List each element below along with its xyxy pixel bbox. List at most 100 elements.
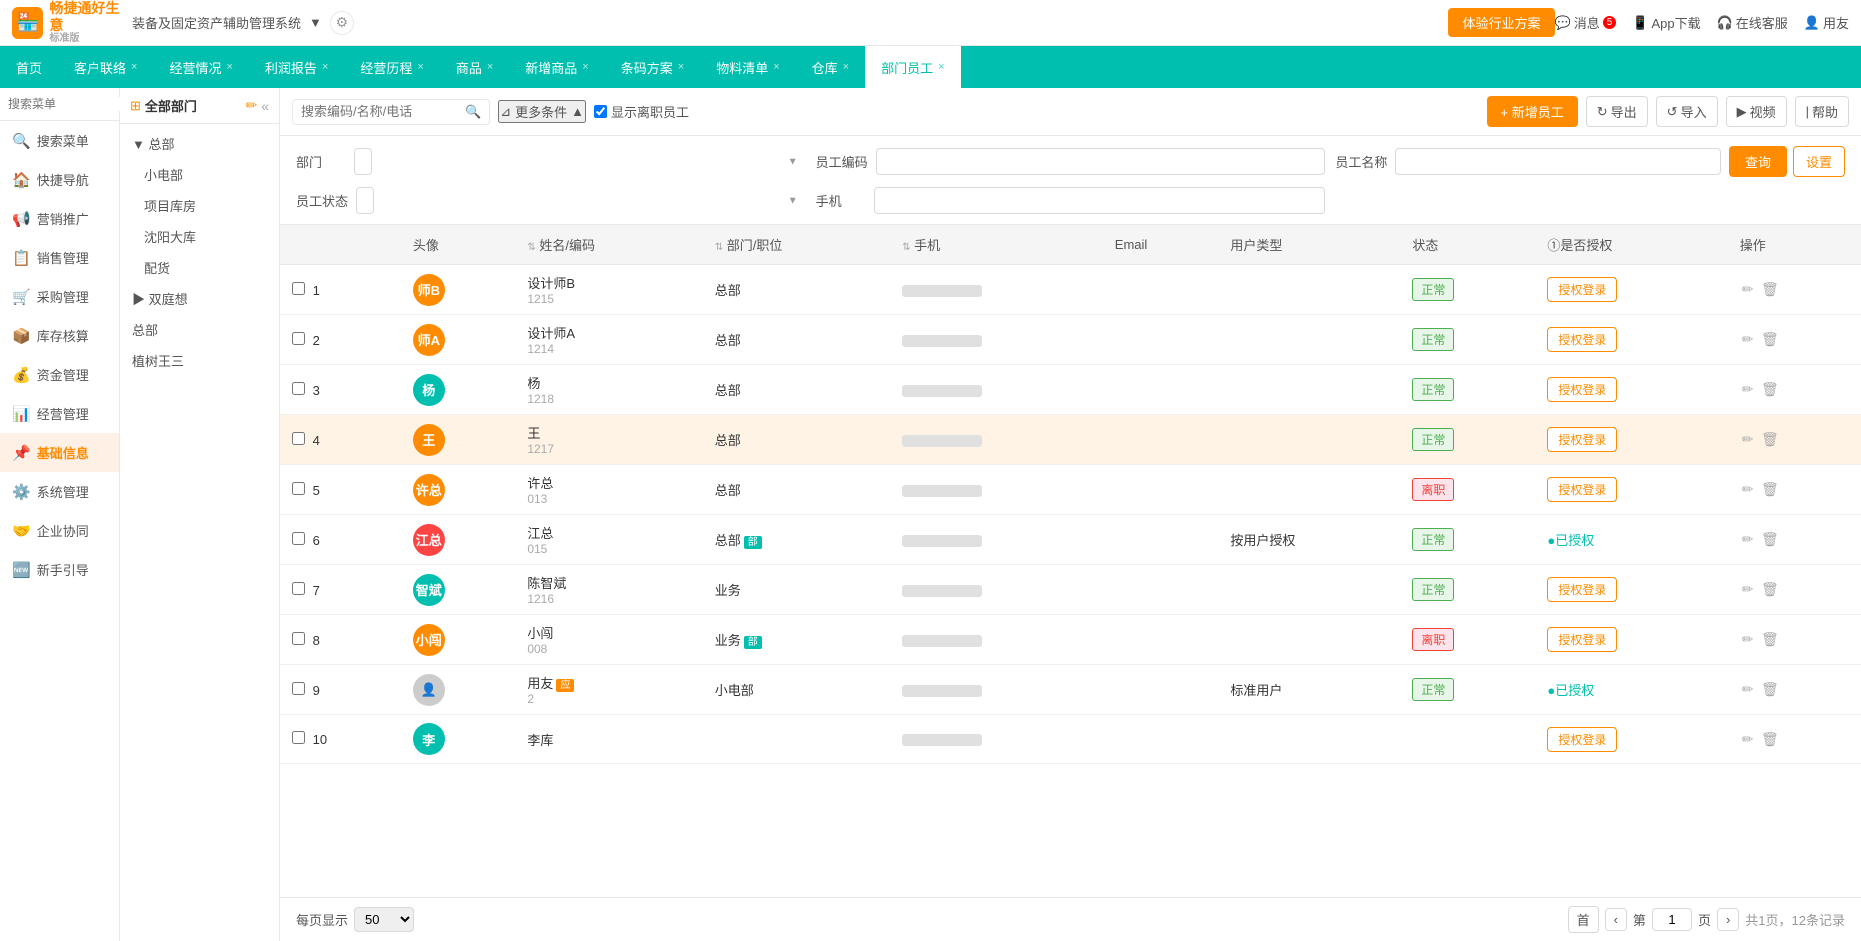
help-button[interactable]: | 帮助 (1795, 96, 1849, 127)
auth-button[interactable]: 授权登录 (1547, 377, 1617, 402)
auth-button[interactable]: 授权登录 (1547, 427, 1617, 452)
app-download-button[interactable]: 📱 App下载 (1632, 13, 1700, 32)
sidebar-item-新手引导[interactable]: 🆕新手引导 (0, 550, 119, 589)
edit-button[interactable]: ✏ (1742, 731, 1754, 748)
nav-tab-商品[interactable]: 商品× (440, 46, 509, 88)
prev-page-button[interactable]: ‹ (1605, 908, 1627, 931)
row-checkbox[interactable] (292, 582, 305, 595)
row-checkbox[interactable] (292, 282, 305, 295)
sidebar-item-采购管理[interactable]: 🛒采购管理 (0, 277, 119, 316)
auth-button[interactable]: 授权登录 (1547, 477, 1617, 502)
export-button[interactable]: ↻ 导出 (1586, 96, 1648, 127)
row-checkbox[interactable] (292, 482, 305, 495)
delete-button[interactable]: 🗑 (1761, 381, 1779, 398)
sidebar-item-资金管理[interactable]: 💰资金管理 (0, 355, 119, 394)
edit-button[interactable]: ✏ (1742, 381, 1754, 398)
tab-close-icon[interactable]: × (131, 61, 137, 73)
message-button[interactable]: 💬 消息 5 (1555, 13, 1617, 32)
delete-button[interactable]: 🗑 (1761, 531, 1779, 548)
view-button[interactable]: ▶ 视频 (1726, 96, 1787, 127)
delete-button[interactable]: 🗑 (1761, 681, 1779, 698)
row-checkbox[interactable] (292, 682, 305, 695)
filter-more-button[interactable]: ⊿ 更多条件 ▲ (498, 100, 586, 123)
first-page-button[interactable]: 首 (1568, 906, 1599, 933)
delete-button[interactable]: 🗑 (1761, 481, 1779, 498)
edit-button[interactable]: ✏ (1742, 431, 1754, 448)
nav-tab-新增商品[interactable]: 新增商品× (509, 46, 604, 88)
sidebar-item-基础信息[interactable]: 📌基础信息 (0, 433, 119, 472)
add-employee-button[interactable]: + 新增员工 (1487, 96, 1578, 127)
edit-button[interactable]: ✏ (1742, 331, 1754, 348)
dept-node-项目库房[interactable]: 项目库房 (120, 190, 279, 221)
sidebar-item-快捷导航[interactable]: 🏠快捷导航 (0, 160, 119, 199)
delete-button[interactable]: 🗑 (1761, 731, 1779, 748)
row-checkbox[interactable] (292, 332, 305, 345)
show-left-checkbox[interactable] (594, 105, 607, 118)
dept-collapse-button[interactable]: « (261, 98, 269, 114)
delete-button[interactable]: 🗑 (1761, 331, 1779, 348)
row-checkbox[interactable] (292, 532, 305, 545)
sidebar-item-搜索菜单[interactable]: 🔍搜索菜单 (0, 121, 119, 160)
edit-button[interactable]: ✏ (1742, 531, 1754, 548)
search-input[interactable] (301, 104, 461, 119)
delete-button[interactable]: 🗑 (1761, 631, 1779, 648)
next-page-button[interactable]: › (1717, 908, 1739, 931)
per-page-select[interactable]: 50 100 (354, 907, 414, 932)
import-button[interactable]: ↺ 导入 (1656, 96, 1718, 127)
edit-button[interactable]: ✏ (1742, 281, 1754, 298)
tab-close-icon[interactable]: × (938, 61, 944, 73)
page-number-input[interactable] (1652, 908, 1692, 931)
user-button[interactable]: 👤 用友 (1804, 13, 1849, 32)
auth-button[interactable]: 授权登录 (1547, 277, 1617, 302)
settings-icon[interactable]: ⚙ (330, 11, 354, 35)
nav-tab-经营历程[interactable]: 经营历程× (344, 46, 439, 88)
tab-close-icon[interactable]: × (678, 61, 684, 73)
search-button[interactable]: 查询 (1729, 146, 1787, 177)
nav-tab-条码方案[interactable]: 条码方案× (605, 46, 700, 88)
dept-node-沈阳大库[interactable]: 沈阳大库 (120, 221, 279, 252)
edit-button[interactable]: ✏ (1742, 681, 1754, 698)
tab-close-icon[interactable]: × (322, 61, 328, 73)
row-checkbox[interactable] (292, 382, 305, 395)
setting-button[interactable]: 设置 (1793, 146, 1845, 177)
edit-button[interactable]: ✏ (1742, 631, 1754, 648)
row-checkbox[interactable] (292, 632, 305, 645)
auth-button[interactable]: 授权登录 (1547, 627, 1617, 652)
nav-tab-客户联络[interactable]: 客户联络× (58, 46, 153, 88)
row-checkbox[interactable] (292, 731, 305, 744)
sidebar-item-营销推广[interactable]: 📢营销推广 (0, 199, 119, 238)
nav-tab-部门员工[interactable]: 部门员工× (865, 46, 960, 88)
dept-node-小电部[interactable]: 小电部 (120, 159, 279, 190)
sidebar-item-库存核算[interactable]: 📦库存核算 (0, 316, 119, 355)
dept-node-双庭想[interactable]: ▶ 双庭想 (120, 283, 279, 314)
delete-button[interactable]: 🗑 (1761, 581, 1779, 598)
nav-tab-仓库[interactable]: 仓库× (796, 46, 865, 88)
nav-tab-首页[interactable]: 首页 (0, 46, 58, 88)
tab-close-icon[interactable]: × (226, 61, 232, 73)
sidebar-item-系统管理[interactable]: ⚙️系统管理 (0, 472, 119, 511)
status-select[interactable] (356, 187, 374, 214)
tab-close-icon[interactable]: × (843, 61, 849, 73)
sidebar-item-经营管理[interactable]: 📊经营管理 (0, 394, 119, 433)
dept-edit-button[interactable]: ✏ (245, 97, 257, 114)
dept-node-植树王三[interactable]: 植树王三 (120, 345, 279, 376)
dept-node-配货[interactable]: 配货 (120, 252, 279, 283)
dept-node-总部[interactable]: ▼ 总部 (120, 128, 279, 159)
nav-tab-物料清单[interactable]: 物料清单× (700, 46, 795, 88)
tab-close-icon[interactable]: × (773, 61, 779, 73)
nav-tab-利润报告[interactable]: 利润报告× (249, 46, 344, 88)
auth-button[interactable]: 授权登录 (1547, 727, 1617, 752)
row-checkbox[interactable] (292, 432, 305, 445)
tab-close-icon[interactable]: × (582, 61, 588, 73)
phone-input[interactable] (874, 187, 1326, 214)
sidebar-item-企业协同[interactable]: 🤝企业协同 (0, 511, 119, 550)
nav-tab-经营情况[interactable]: 经营情况× (153, 46, 248, 88)
edit-button[interactable]: ✏ (1742, 581, 1754, 598)
edit-button[interactable]: ✏ (1742, 481, 1754, 498)
emp-name-input[interactable] (1395, 148, 1721, 175)
show-left-label[interactable]: 显示离职员工 (594, 102, 689, 121)
sidebar-item-销售管理[interactable]: 📋销售管理 (0, 238, 119, 277)
delete-button[interactable]: 🗑 (1761, 281, 1779, 298)
tab-close-icon[interactable]: × (417, 61, 423, 73)
dept-select[interactable] (354, 148, 372, 175)
